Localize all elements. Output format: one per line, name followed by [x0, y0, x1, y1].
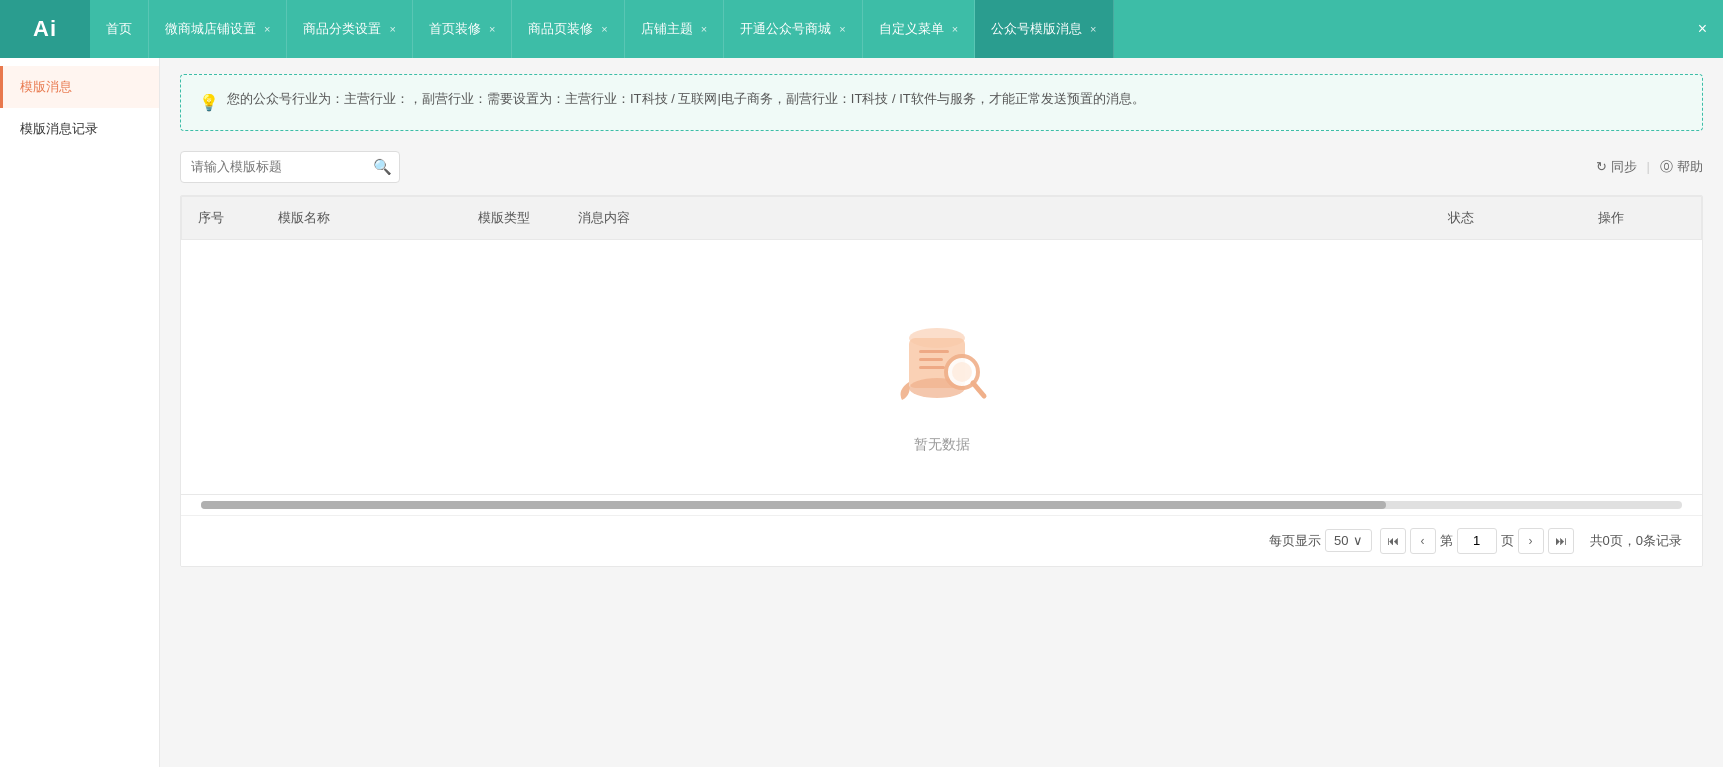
- nav-tab[interactable]: 自定义菜单×: [863, 0, 975, 58]
- search-input[interactable]: [180, 151, 400, 183]
- tab-close-button[interactable]: ×: [601, 23, 607, 35]
- divider: |: [1647, 159, 1650, 174]
- chevron-down-icon: ∨: [1353, 533, 1363, 548]
- logo: Ai: [0, 0, 90, 58]
- top-nav: Ai 首页微商城店铺设置×商品分类设置×首页装修×商品页装修×店铺主题×开通公众…: [0, 0, 1723, 58]
- last-page-button[interactable]: ⏭: [1548, 528, 1574, 554]
- nav-tab[interactable]: 开通公众号商城×: [724, 0, 862, 58]
- table-header: 序号模版名称模版类型消息内容状态操作: [182, 196, 1702, 239]
- notice-icon: 💡: [199, 90, 219, 116]
- next-page-button[interactable]: ›: [1518, 528, 1544, 554]
- notice-banner: 💡 您的公众号行业为：主营行业：，副营行业：需要设置为：主营行业：IT科技 / …: [180, 74, 1703, 131]
- svg-rect-4: [919, 358, 943, 361]
- svg-point-7: [952, 362, 972, 382]
- nav-tab[interactable]: 店铺主题×: [625, 0, 724, 58]
- table-header-cell-content: 消息内容: [562, 196, 1432, 239]
- table-header-cell-action: 操作: [1582, 196, 1702, 239]
- empty-illustration: [882, 300, 1002, 420]
- tab-close-button[interactable]: ×: [952, 23, 958, 35]
- notice-text: 您的公众号行业为：主营行业：，副营行业：需要设置为：主营行业：IT科技 / 互联…: [227, 89, 1145, 110]
- toolbar-right: ↻ 同步 | ⓪ 帮助: [1596, 158, 1703, 176]
- page-number-input[interactable]: [1457, 528, 1497, 554]
- page-nav: ⏮ ‹ 第 页 › ⏭: [1380, 528, 1574, 554]
- page-size-select: 每页显示 50 ∨: [1269, 529, 1371, 552]
- search-input-wrap: 🔍: [180, 151, 400, 183]
- sidebar-item[interactable]: 模版消息: [0, 66, 159, 108]
- sync-button[interactable]: ↻ 同步: [1596, 158, 1637, 176]
- table-header-cell-type: 模版类型: [462, 196, 562, 239]
- svg-rect-5: [919, 366, 945, 369]
- svg-rect-3: [919, 350, 949, 353]
- nav-tab[interactable]: 商品页装修×: [512, 0, 624, 58]
- search-bar: 🔍 ↻ 同步 | ⓪ 帮助: [180, 151, 1703, 183]
- first-page-button[interactable]: ⏮: [1380, 528, 1406, 554]
- page-total: 共0页，0条记录: [1590, 532, 1682, 550]
- nav-tab[interactable]: 商品分类设置×: [287, 0, 412, 58]
- empty-text: 暂无数据: [914, 436, 970, 454]
- nav-tab[interactable]: 公众号模版消息×: [975, 0, 1113, 58]
- svg-line-8: [973, 383, 984, 396]
- tab-close-button[interactable]: ×: [701, 23, 707, 35]
- tab-close-button[interactable]: ×: [489, 23, 495, 35]
- tab-close-button[interactable]: ×: [839, 23, 845, 35]
- nav-tab[interactable]: 微商城店铺设置×: [149, 0, 287, 58]
- content-area: 💡 您的公众号行业为：主营行业：，副营行业：需要设置为：主营行业：IT科技 / …: [160, 58, 1723, 767]
- nav-tab[interactable]: 首页: [90, 0, 149, 58]
- tab-close-button[interactable]: ×: [389, 23, 395, 35]
- sync-icon: ↻: [1596, 159, 1607, 174]
- sidebar: 模版消息模版消息记录: [0, 58, 160, 767]
- scroll-track[interactable]: [201, 501, 1682, 509]
- empty-state: 暂无数据: [181, 240, 1702, 494]
- data-table-wrapper: 序号模版名称模版类型消息内容状态操作: [180, 195, 1703, 567]
- tab-close-button[interactable]: ×: [1090, 23, 1096, 35]
- table-header-cell-status: 状态: [1432, 196, 1582, 239]
- tab-close-button[interactable]: ×: [264, 23, 270, 35]
- table-header-cell-name: 模版名称: [262, 196, 462, 239]
- search-button[interactable]: 🔍: [373, 158, 392, 176]
- data-table: 序号模版名称模版类型消息内容状态操作: [181, 196, 1702, 240]
- help-button[interactable]: ⓪ 帮助: [1660, 158, 1703, 176]
- page-size-dropdown[interactable]: 50 ∨: [1325, 529, 1371, 552]
- scroll-bar-container: [181, 494, 1702, 515]
- help-icon: ⓪: [1660, 158, 1673, 176]
- nav-tabs: 首页微商城店铺设置×商品分类设置×首页装修×商品页装修×店铺主题×开通公众号商城…: [90, 0, 1682, 58]
- table-header-cell-index: 序号: [182, 196, 262, 239]
- main-layout: 模版消息模版消息记录 💡 您的公众号行业为：主营行业：，副营行业：需要设置为：主…: [0, 58, 1723, 767]
- pagination: 每页显示 50 ∨ ⏮ ‹ 第 页 › ⏭ 共0页，0条记录: [181, 515, 1702, 566]
- nav-tab[interactable]: 首页装修×: [413, 0, 512, 58]
- sidebar-item[interactable]: 模版消息记录: [0, 108, 159, 150]
- scroll-thumb[interactable]: [201, 501, 1386, 509]
- close-all-button[interactable]: ×: [1682, 0, 1723, 58]
- prev-page-button[interactable]: ‹: [1410, 528, 1436, 554]
- table-header-row: 序号模版名称模版类型消息内容状态操作: [182, 196, 1702, 239]
